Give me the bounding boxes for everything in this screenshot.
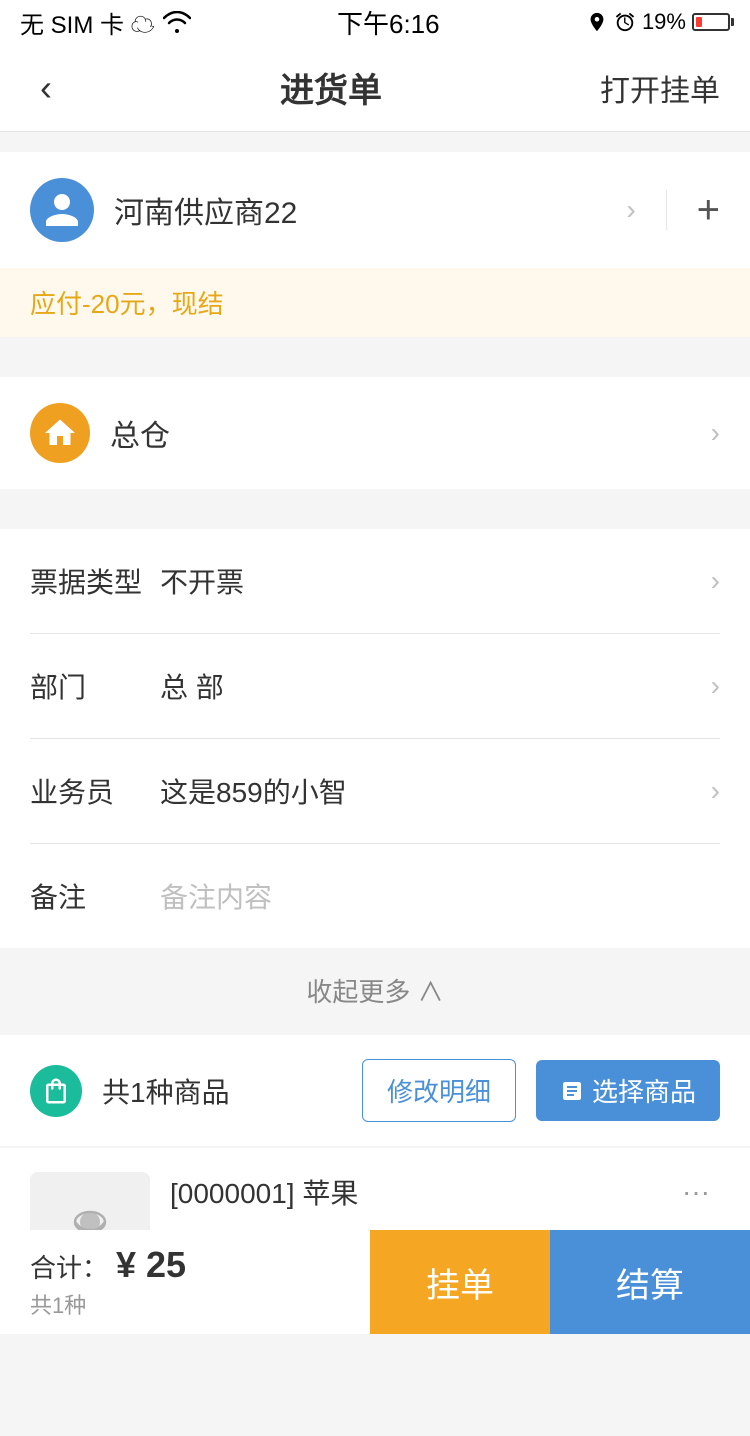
person-icon [42, 190, 82, 230]
salesperson-value: 这是859的小智 [150, 771, 711, 811]
status-bar: 无 SIM 卡 ☁ 下午6:16 19% [0, 0, 750, 44]
sim-status: 无 SIM 卡 ☁ [20, 5, 155, 40]
department-chevron-icon: › [711, 670, 720, 702]
open-pending-button[interactable]: 打开挂单 [600, 66, 720, 110]
home-icon [42, 415, 78, 451]
action-total-label: 合计： [30, 1248, 108, 1285]
supplier-row[interactable]: 河南供应商22 › + [0, 152, 750, 268]
supplier-name: 河南供应商22 [114, 188, 626, 232]
form-section: 票据类型 不开票 › 部门 总 部 › 业务员 这是859的小智 › 备注 备注… [0, 529, 750, 948]
supplier-actions: › + [626, 190, 720, 230]
section-divider-1 [0, 132, 750, 152]
supplier-avatar [30, 178, 94, 242]
supplier-divider [666, 190, 667, 230]
warehouse-chevron-icon: › [711, 417, 720, 449]
status-time: 下午6:16 [337, 4, 440, 41]
status-left: 无 SIM 卡 ☁ [20, 5, 191, 40]
location-icon [586, 11, 608, 33]
back-button[interactable]: ‹ [30, 57, 62, 119]
section-divider-2 [0, 337, 750, 357]
invoice-type-chevron-icon: › [711, 565, 720, 597]
select-product-button[interactable]: 选择商品 [536, 1060, 720, 1121]
remark-label: 备注 [30, 876, 150, 916]
warehouse-icon [30, 403, 90, 463]
remark-input[interactable]: 备注内容 [150, 876, 720, 916]
action-total-amount: ¥ 25 [116, 1244, 186, 1286]
department-row[interactable]: 部门 总 部 › [0, 634, 750, 738]
action-sub-label: 共1种 [30, 1288, 340, 1320]
department-label: 部门 [30, 666, 150, 706]
add-product-icon [560, 1079, 584, 1103]
salesperson-label: 业务员 [30, 771, 150, 811]
action-bar: 合计： ¥ 25 共1种 挂单 结算 [0, 1230, 750, 1334]
section-divider-3 [0, 489, 750, 509]
collapse-text: 收起更多 ∧ [306, 972, 443, 1009]
salesperson-row[interactable]: 业务员 这是859的小智 › [0, 739, 750, 843]
salesperson-chevron-icon: › [711, 775, 720, 807]
product-count-icon [30, 1065, 82, 1117]
shopping-bag-icon [41, 1076, 71, 1106]
bottom-spacer [0, 1316, 750, 1436]
battery-pct: 19% [642, 9, 686, 35]
battery-icon [692, 13, 730, 31]
warehouse-row[interactable]: 总仓 › [0, 377, 750, 489]
supplier-chevron-icon: › [626, 194, 635, 226]
status-right: 19% [586, 9, 730, 35]
action-summary: 合计： ¥ 25 共1种 [0, 1230, 370, 1334]
add-supplier-button[interactable]: + [697, 190, 720, 230]
action-total-row: 合计： ¥ 25 [30, 1244, 340, 1286]
product-count: 共1种商品 [102, 1071, 342, 1111]
remark-row[interactable]: 备注 备注内容 [0, 844, 750, 948]
invoice-type-value: 不开票 [150, 561, 711, 601]
department-value: 总 部 [150, 666, 711, 706]
warehouse-name: 总仓 [110, 411, 711, 455]
collapse-bar[interactable]: 收起更多 ∧ [0, 948, 750, 1033]
edit-detail-button[interactable]: 修改明细 [362, 1059, 516, 1122]
page-header: ‹ 进货单 打开挂单 [0, 44, 750, 132]
checkout-button[interactable]: 结算 [550, 1230, 750, 1334]
product-name: [0000001] 苹果 [170, 1172, 652, 1212]
supplier-notice: 应付-20元，现结 [0, 268, 750, 337]
product-more-button[interactable]: ··· [672, 1172, 720, 1212]
select-product-label: 选择商品 [592, 1072, 696, 1109]
alarm-icon [614, 11, 636, 33]
wifi-icon [163, 11, 191, 33]
warehouse-section: 总仓 › [0, 377, 750, 489]
products-header: 共1种商品 修改明细 选择商品 [0, 1035, 750, 1146]
supplier-section: 河南供应商22 › + 应付-20元，现结 [0, 152, 750, 337]
page-title: 进货单 [280, 63, 382, 112]
invoice-type-label: 票据类型 [30, 561, 150, 601]
pending-button[interactable]: 挂单 [370, 1230, 550, 1334]
invoice-type-row[interactable]: 票据类型 不开票 › [0, 529, 750, 633]
